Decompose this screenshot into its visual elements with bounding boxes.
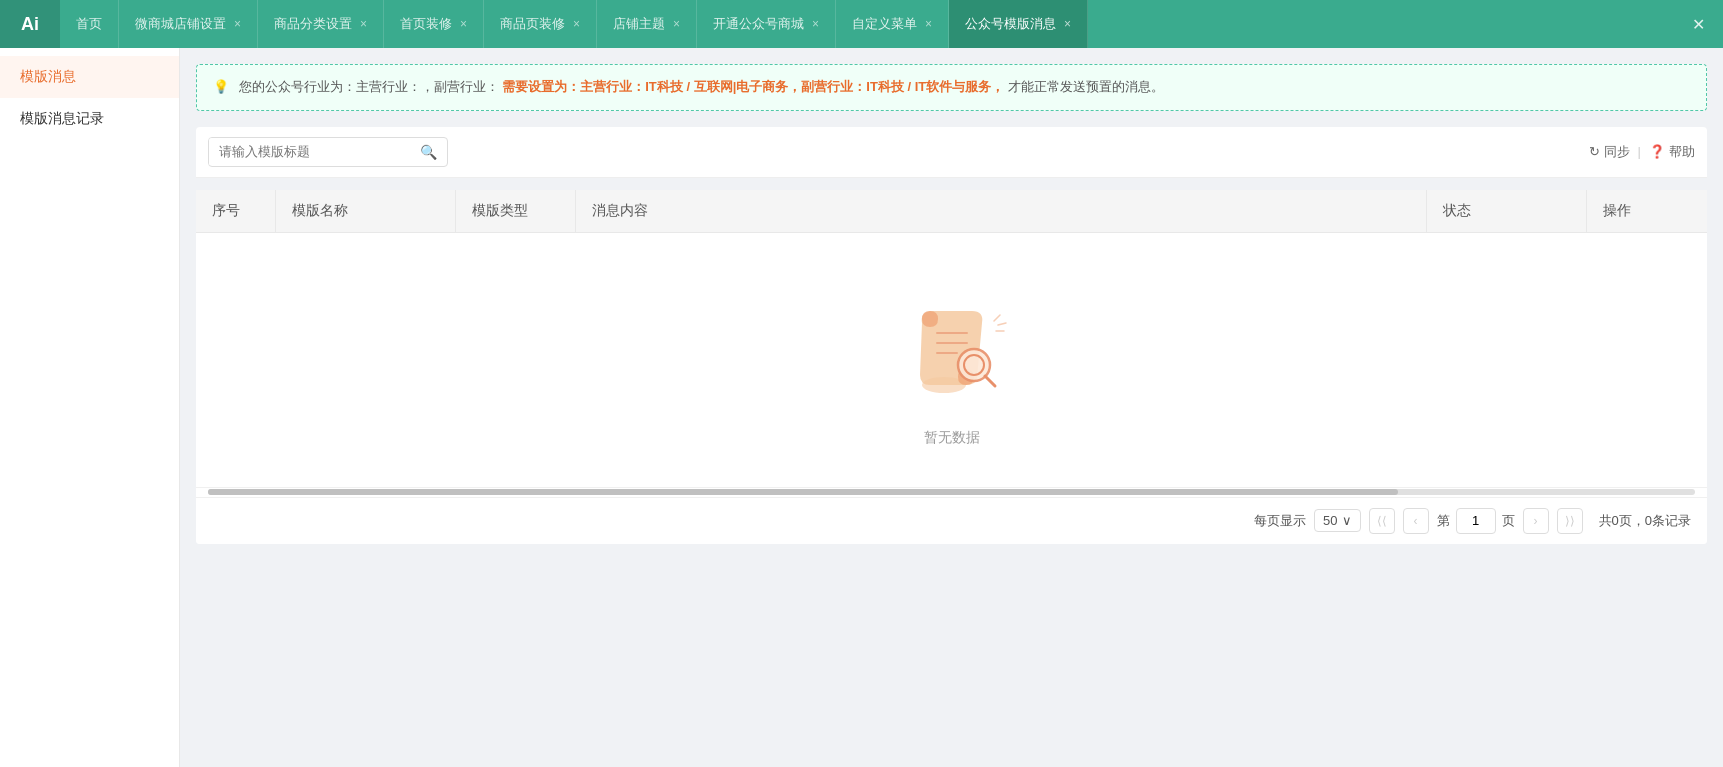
nav-tab-custommenu[interactable]: 自定义菜单 × — [836, 0, 949, 48]
main-layout: 模版消息 模版消息记录 💡 您的公众号行业为：主营行业：，副营行业： 需要设置为… — [0, 48, 1723, 767]
table-container: 序号 模版名称 模版类型 消息内容 状态 操作 — [196, 190, 1707, 544]
close-icon: ✕ — [1692, 15, 1705, 34]
nav-tab-home-label: 首页 — [76, 15, 102, 33]
search-button[interactable]: 🔍 — [410, 138, 447, 166]
sidebar-item-template-msg-record-label: 模版消息记录 — [20, 110, 104, 126]
search-icon: 🔍 — [420, 144, 437, 160]
chevron-down-icon: ∨ — [1342, 513, 1352, 528]
notice-box: 💡 您的公众号行业为：主营行业：，副营行业： 需要设置为：主营行业：IT科技 /… — [196, 64, 1707, 111]
th-content-label: 消息内容 — [592, 202, 648, 220]
th-status-label: 状态 — [1443, 202, 1471, 220]
scrollbar-thumb[interactable] — [208, 489, 1398, 495]
th-type: 模版类型 — [456, 190, 576, 232]
pagination: 每页显示 50 ∨ ⟨⟨ ‹ 第 页 › — [196, 497, 1707, 544]
notice-prefix: 您的公众号行业为：主营行业：，副营行业： — [239, 79, 499, 94]
last-page-button[interactable]: ⟩⟩ — [1557, 508, 1583, 534]
th-action-label: 操作 — [1603, 202, 1631, 220]
nav-tab-openmall-label: 开通公众号商城 — [713, 15, 804, 33]
th-content: 消息内容 — [576, 190, 1427, 232]
toolbar-right: ↻ 同步 | ❓ 帮助 — [1589, 143, 1695, 161]
th-seq-label: 序号 — [212, 202, 240, 220]
nav-tab-category-close[interactable]: × — [360, 17, 367, 31]
help-icon: ❓ — [1649, 144, 1665, 159]
lightbulb-icon: 💡 — [213, 79, 229, 94]
nav-tab-theme[interactable]: 店铺主题 × — [597, 0, 697, 48]
next-page-icon: › — [1534, 514, 1538, 528]
nav-tab-category-label: 商品分类设置 — [274, 15, 352, 33]
help-label: 帮助 — [1669, 143, 1695, 161]
notice-highlight: 需要设置为：主营行业：IT科技 / 互联网|电子商务，副营行业：IT科技 / I… — [502, 79, 1004, 94]
table-header: 序号 模版名称 模版类型 消息内容 状态 操作 — [196, 190, 1707, 233]
empty-state: 暂无数据 — [196, 233, 1707, 487]
th-name: 模版名称 — [276, 190, 456, 232]
nav-tab-productpage-label: 商品页装修 — [500, 15, 565, 33]
nav-tab-weshop-close[interactable]: × — [234, 17, 241, 31]
sidebar-item-template-msg-record[interactable]: 模版消息记录 — [0, 98, 179, 140]
nav-tab-homepage[interactable]: 首页装修 × — [384, 0, 484, 48]
nav-tab-templatemsg[interactable]: 公众号模版消息 × — [949, 0, 1088, 48]
page-number-input[interactable] — [1456, 508, 1496, 534]
last-page-icon: ⟩⟩ — [1565, 514, 1575, 528]
th-seq: 序号 — [196, 190, 276, 232]
first-page-button[interactable]: ⟨⟨ — [1369, 508, 1395, 534]
nav-tab-templatemsg-close[interactable]: × — [1064, 17, 1071, 31]
divider: | — [1638, 144, 1641, 159]
nav-tab-homepage-close[interactable]: × — [460, 17, 467, 31]
app-logo: Ai — [0, 0, 60, 48]
nav-tab-homepage-label: 首页装修 — [400, 15, 452, 33]
th-name-label: 模版名称 — [292, 202, 348, 220]
nav-tab-openmall-close[interactable]: × — [812, 17, 819, 31]
refresh-icon: ↻ — [1589, 144, 1600, 159]
th-action: 操作 — [1587, 190, 1707, 232]
nav-tab-weshop[interactable]: 微商城店铺设置 × — [119, 0, 258, 48]
sidebar-item-template-msg-label: 模版消息 — [20, 68, 76, 84]
nav-tab-custommenu-label: 自定义菜单 — [852, 15, 917, 33]
page-size-value: 50 — [1323, 513, 1337, 528]
global-close-button[interactable]: ✕ — [1674, 0, 1723, 48]
page-total: 共0页，0条记录 — [1599, 512, 1691, 530]
empty-icon — [892, 293, 1012, 413]
nav-tab-templatemsg-label: 公众号模版消息 — [965, 15, 1056, 33]
svg-line-7 — [994, 315, 1000, 321]
nav-tab-theme-label: 店铺主题 — [613, 15, 665, 33]
nav-tab-category[interactable]: 商品分类设置 × — [258, 0, 384, 48]
sync-label: 同步 — [1604, 143, 1630, 161]
help-button[interactable]: ❓ 帮助 — [1649, 143, 1695, 161]
page-size-label: 每页显示 — [1254, 512, 1306, 530]
scrollbar-track[interactable] — [208, 489, 1695, 495]
sidebar: 模版消息 模版消息记录 — [0, 48, 180, 767]
page-input-wrapper: 第 页 — [1437, 508, 1515, 534]
sidebar-item-template-msg[interactable]: 模版消息 — [0, 56, 179, 98]
nav-tab-custommenu-close[interactable]: × — [925, 17, 932, 31]
next-page-button[interactable]: › — [1523, 508, 1549, 534]
nav-tab-theme-close[interactable]: × — [673, 17, 680, 31]
th-type-label: 模版类型 — [472, 202, 528, 220]
page-size-select[interactable]: 50 ∨ — [1314, 509, 1360, 532]
top-nav: Ai 首页 微商城店铺设置 × 商品分类设置 × 首页装修 × 商品页装修 × … — [0, 0, 1723, 48]
sync-button[interactable]: ↻ 同步 — [1589, 143, 1630, 161]
nav-tab-weshop-label: 微商城店铺设置 — [135, 15, 226, 33]
search-input[interactable] — [209, 138, 410, 165]
page-label: 第 — [1437, 512, 1450, 530]
prev-page-icon: ‹ — [1414, 514, 1418, 528]
nav-tab-productpage[interactable]: 商品页装修 × — [484, 0, 597, 48]
th-status: 状态 — [1427, 190, 1587, 232]
first-page-icon: ⟨⟨ — [1377, 514, 1387, 528]
prev-page-button[interactable]: ‹ — [1403, 508, 1429, 534]
nav-tab-openmall[interactable]: 开通公众号商城 × — [697, 0, 836, 48]
empty-text: 暂无数据 — [924, 429, 980, 447]
toolbar: 🔍 ↻ 同步 | ❓ 帮助 — [196, 127, 1707, 178]
page-unit-label: 页 — [1502, 512, 1515, 530]
nav-tab-home[interactable]: 首页 — [60, 0, 119, 48]
empty-text-label: 暂无数据 — [924, 429, 980, 445]
notice-suffix: 才能正常发送预置的消息。 — [1008, 79, 1164, 94]
nav-tab-productpage-close[interactable]: × — [573, 17, 580, 31]
logo-text: Ai — [21, 14, 39, 35]
svg-line-6 — [985, 376, 995, 386]
search-wrapper: 🔍 — [208, 137, 448, 167]
content-area: 💡 您的公众号行业为：主营行业：，副营行业： 需要设置为：主营行业：IT科技 /… — [180, 48, 1723, 767]
scrollbar-area[interactable] — [196, 487, 1707, 497]
svg-line-8 — [998, 323, 1006, 325]
